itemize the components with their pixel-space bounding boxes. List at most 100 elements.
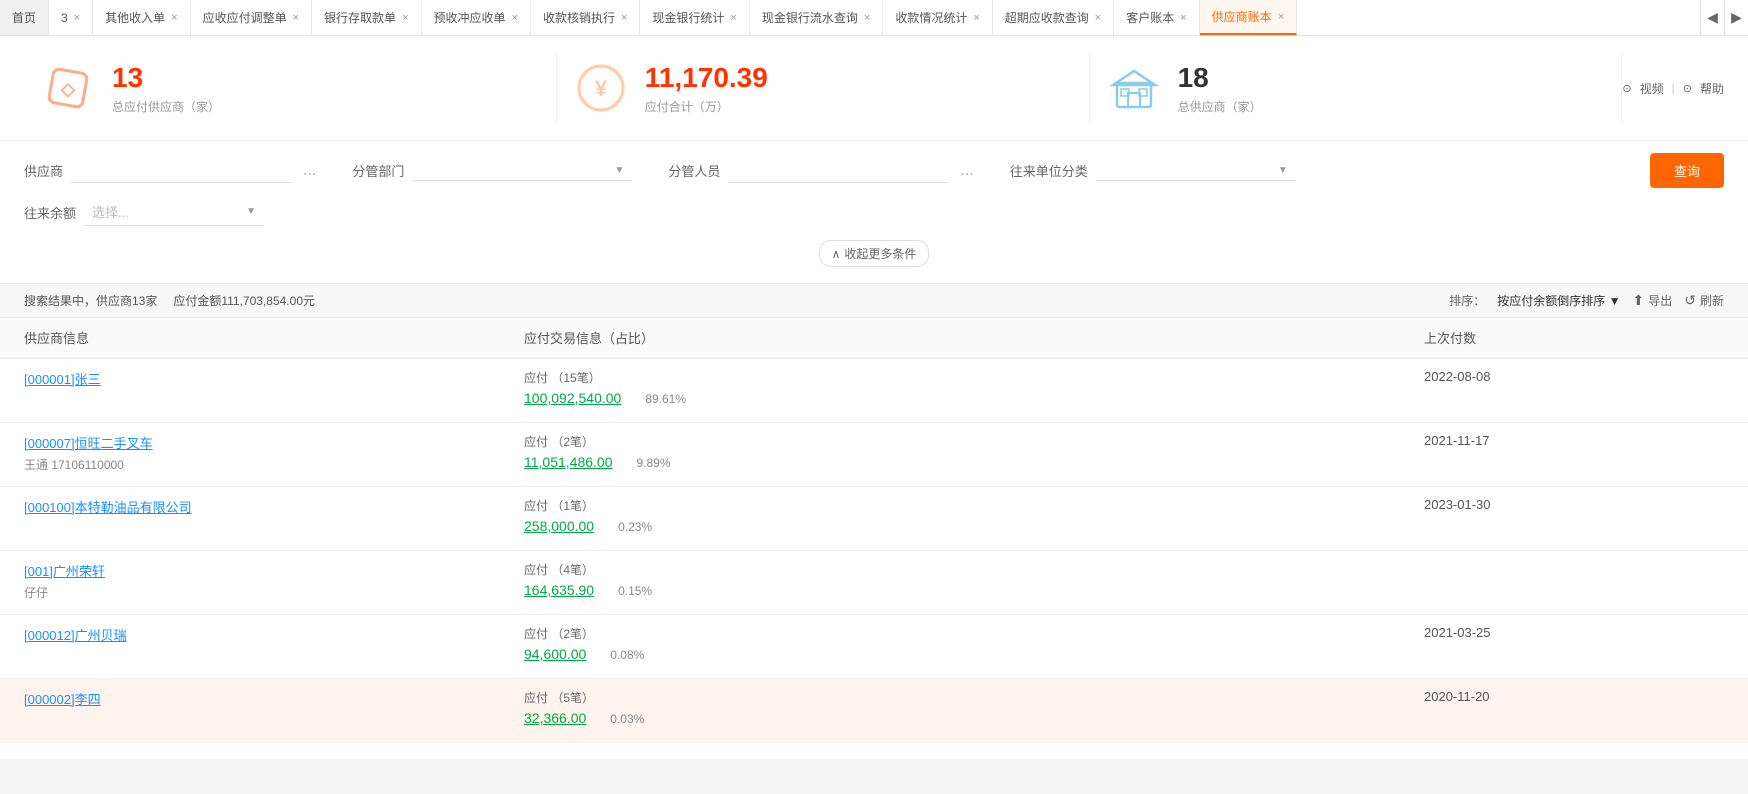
nav-right-arrow[interactable]: ▶ (1724, 0, 1748, 36)
transaction-amount-1[interactable]: 100,092,540.00 (524, 390, 621, 406)
nav-tab-customer-ledger[interactable]: 客户账本 × (1114, 0, 1199, 35)
supplier-cell-1: [000001]张三 (24, 369, 524, 388)
sort-value[interactable]: 按应付余额倒序排序 ▼ (1497, 292, 1620, 309)
summary-bar: ◇ 13 总应付供应商（家） ¥ 11,170.39 应付合计（万） (0, 36, 1748, 141)
close-suppledger[interactable]: × (1278, 11, 1284, 23)
supplier-link-5[interactable]: [000012]广州贝瑞 (24, 628, 127, 643)
refresh-button[interactable]: ↺ 刷新 (1684, 292, 1724, 309)
supplier-input[interactable] (71, 159, 291, 183)
supplier-label: 供应商 (24, 161, 63, 180)
supplier-link-3[interactable]: [000100]本特勒油品有限公司 (24, 500, 192, 515)
transaction-cell-1: 应付 （15笔） 100,092,540.00 89.61% (524, 369, 1424, 406)
nav-tab-ar-ap-label: 应收应付调整单 (203, 9, 287, 26)
refresh-icon: ↺ (1684, 292, 1696, 309)
close-overdue[interactable]: × (1095, 12, 1101, 24)
nav-tab-ar-ap-adjust[interactable]: 应收应付调整单 × (191, 0, 312, 35)
table-row: [000100]本特勒油品有限公司 应付 （1笔） 258,000.00 0.2… (0, 487, 1748, 551)
nav-tab-overdue-ar[interactable]: 超期应收款查询 × (993, 0, 1114, 35)
summary-texts-3: 18 总供应商（家） (1178, 61, 1262, 116)
nav-left-arrow[interactable]: ◀ (1700, 0, 1724, 36)
category-select[interactable]: ▼ (1096, 161, 1296, 181)
close-other-income[interactable]: × (171, 12, 177, 24)
nav-tab-3[interactable]: 3 × (49, 0, 93, 35)
transaction-amount-5[interactable]: 94,600.00 (524, 646, 586, 662)
transaction-amount-4[interactable]: 164,635.90 (524, 582, 594, 598)
supplier-link-1[interactable]: [000001]张三 (24, 372, 101, 387)
nav-tab-prepay-ar[interactable]: 预收冲应收单 × (422, 0, 531, 35)
payable-count-3: （1笔） (551, 499, 594, 513)
nav-tab-supplier-ledger[interactable]: 供应商账本 × (1200, 0, 1297, 35)
supplier-link-6[interactable]: [000002]李四 (24, 692, 101, 707)
nav-tab-cash-flow[interactable]: 现金银行流水查询 × (750, 0, 883, 35)
transaction-percent-1: 89.61% (645, 392, 686, 406)
summary-label-1: 总应付供应商（家） (112, 98, 220, 115)
nav-tab-cash-bank-stat[interactable]: 现金银行统计 × (640, 0, 749, 35)
transaction-cell-2: 应付 （2笔） 11,051,486.00 9.89% (524, 433, 1424, 470)
transaction-cell-3: 应付 （1笔） 258,000.00 0.23% (524, 497, 1424, 534)
supplier-link-4[interactable]: [001]广州荣轩 (24, 564, 105, 579)
video-link[interactable]: 视频 (1640, 80, 1664, 97)
person-input[interactable] (728, 159, 948, 183)
close-custledger[interactable]: × (1180, 12, 1186, 24)
close-writeoff[interactable]: × (621, 12, 627, 24)
transaction-percent-6: 0.03% (610, 712, 644, 726)
top-right-links: ⊙ 视频 | ⊙ 帮助 (1622, 80, 1724, 97)
supplier-cell-2: [000007]恒旺二手叉车 王通 17106110000 (24, 433, 524, 473)
balance-select[interactable]: 选择... ▼ (84, 198, 264, 226)
refresh-label: 刷新 (1700, 292, 1724, 309)
summary-texts-2: 11,170.39 应付合计（万） (645, 61, 768, 116)
table-row: [000002]李四 应付 （5笔） 32,366.00 0.03% 2020-… (0, 679, 1748, 743)
nav-tab-other-income[interactable]: 其他收入单 × (93, 0, 190, 35)
close-prepay[interactable]: × (512, 12, 518, 24)
filter-area: 供应商 ... 分管部门 ▼ 分管人员 ... 往来单位分类 ▼ (0, 141, 1748, 284)
nav-tab-bank-deposit[interactable]: 银行存取款单 × (312, 0, 421, 35)
nav-tab-collstat-label: 收款情况统计 (895, 9, 967, 26)
person-more-icon[interactable]: ... (960, 162, 973, 180)
payable-text-6: 应付 (524, 691, 548, 705)
balance-dropdown-icon: ▼ (246, 206, 256, 217)
table-body: [000001]张三 应付 （15笔） 100,092,540.00 89.61… (0, 359, 1748, 743)
nav-right-icon: ▶ (1731, 9, 1742, 26)
nav-tab-3-close[interactable]: × (74, 12, 80, 24)
nav-tab-payment-writeoff[interactable]: 收款核销执行 × (531, 0, 640, 35)
transaction-cell-6: 应付 （5笔） 32,366.00 0.03% (524, 689, 1424, 726)
top-navigation: 首页 3 × 其他收入单 × 应收应付调整单 × 银行存取款单 × 预收冲应收单… (0, 0, 1748, 36)
supplier-link-2[interactable]: [000007]恒旺二手叉车 (24, 436, 153, 451)
close-collstat[interactable]: × (973, 12, 979, 24)
transaction-amount-3[interactable]: 258,000.00 (524, 518, 594, 534)
supplier-more-icon[interactable]: ... (303, 162, 316, 180)
transaction-amount-2[interactable]: 11,051,486.00 (524, 454, 613, 470)
nav-tab-custledger-label: 客户账本 (1126, 9, 1174, 26)
amount-row-5: 94,600.00 0.08% (524, 646, 1424, 662)
supplier-sub-4: 仔仔 (24, 584, 524, 601)
amount-row-2: 11,051,486.00 9.89% (524, 454, 1424, 470)
dept-select[interactable]: ▼ (412, 161, 632, 181)
lastpay-cell-6: 2020-11-20 (1424, 689, 1724, 704)
lastpay-cell-2: 2021-11-17 (1424, 433, 1724, 448)
transaction-amount-6[interactable]: 32,366.00 (524, 710, 586, 726)
lastpay-date-5: 2021-03-25 (1424, 625, 1491, 640)
summary-number-2: 11,170.39 (645, 61, 768, 95)
payable-text-4: 应付 (524, 563, 548, 577)
amount-row-3: 258,000.00 0.23% (524, 518, 1424, 534)
nav-left-icon: ◀ (1707, 9, 1718, 26)
yen-icon: ¥ (573, 60, 629, 116)
help-link[interactable]: 帮助 (1700, 80, 1724, 97)
nav-tab-collection-stat[interactable]: 收款情况统计 × (883, 0, 992, 35)
nav-tab-suppledger-label: 供应商账本 (1212, 8, 1272, 25)
help-icon: ⊙ (1683, 82, 1692, 95)
payable-count-5: （2笔） (551, 627, 594, 641)
payable-count-6: （5笔） (551, 691, 594, 705)
nav-tab-home[interactable]: 首页 (0, 0, 49, 35)
close-ar-ap[interactable]: × (293, 12, 299, 24)
close-cashflow[interactable]: × (864, 12, 870, 24)
collapse-label: 收起更多条件 (844, 245, 916, 262)
supplier-cell-4: [001]广州荣轩 仔仔 (24, 561, 524, 601)
close-cashstat[interactable]: × (730, 12, 736, 24)
export-button[interactable]: ⬆ 导出 (1633, 292, 1673, 309)
close-bank[interactable]: × (402, 12, 408, 24)
lastpay-cell-1: 2022-08-08 (1424, 369, 1724, 384)
payable-label-3: 应付 （1笔） (524, 497, 1424, 514)
collapse-button[interactable]: ∧ 收起更多条件 (819, 240, 930, 267)
query-button[interactable]: 查询 (1650, 153, 1724, 188)
